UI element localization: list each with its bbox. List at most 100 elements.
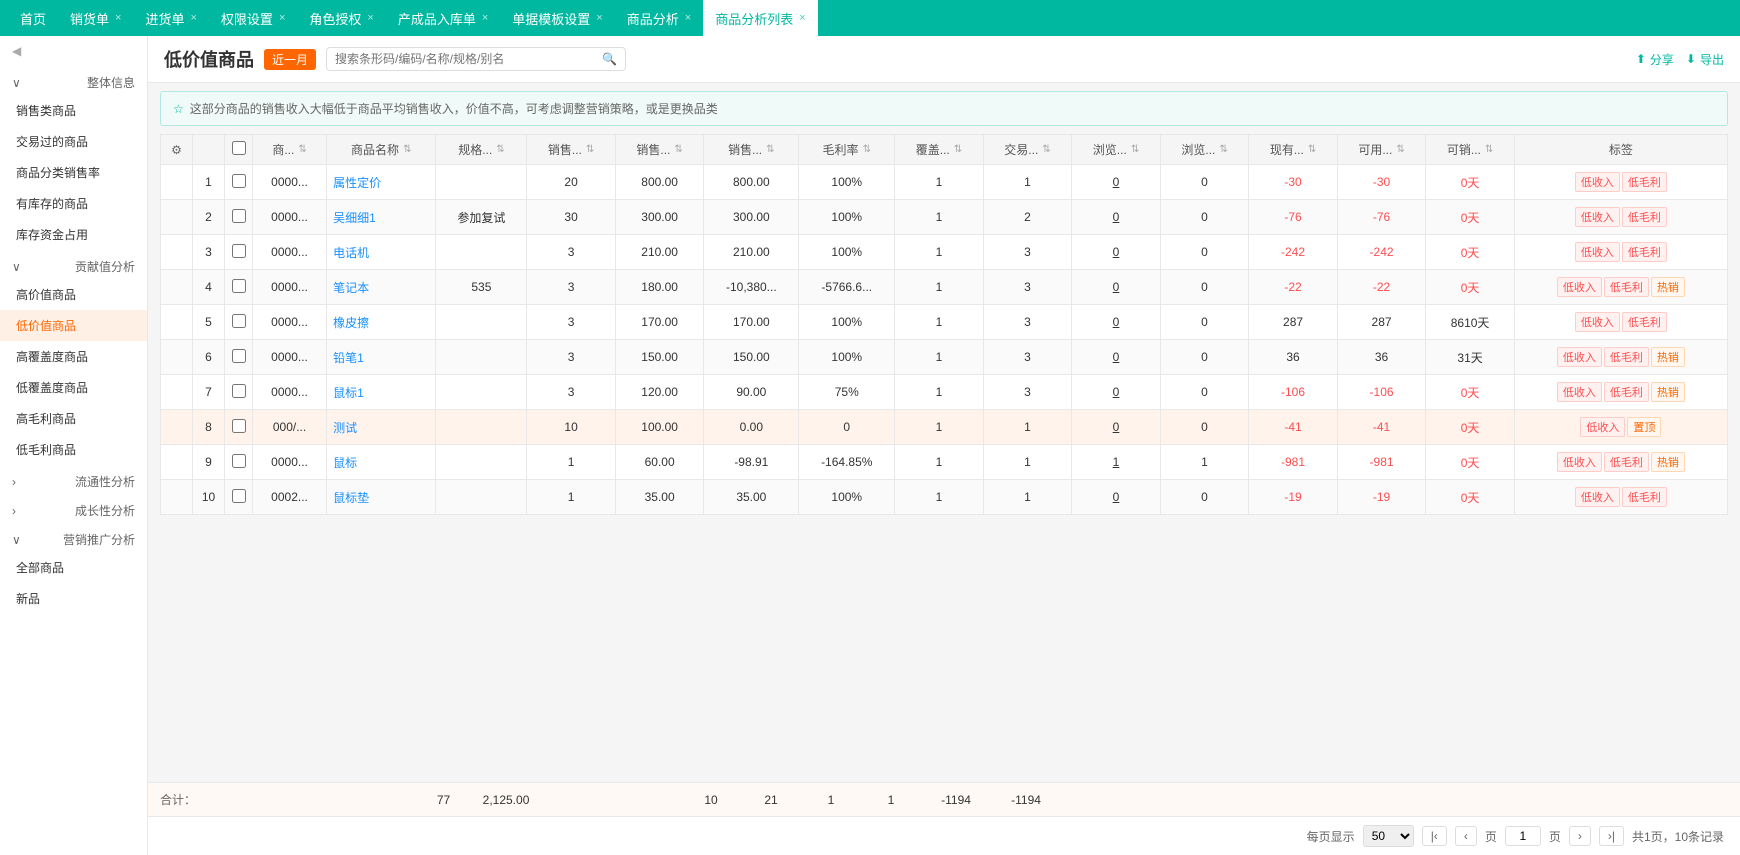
sidebar-group-成长性分析[interactable]: ›成长性分析 [0,494,147,523]
per-page-select[interactable]: 50 100 [1363,825,1414,847]
close-icon[interactable]: × [190,12,196,24]
sidebar-item-低覆盖度商品[interactable]: 低覆盖度商品 [0,372,147,403]
cell-name[interactable]: 鼠标1 [327,375,436,410]
row-checkbox[interactable] [232,314,246,328]
views1-link[interactable]: 0 [1113,385,1120,399]
th-sales-qty[interactable]: 销售...⇅ [527,135,616,165]
sidebar-item-低毛利商品[interactable]: 低毛利商品 [0,434,147,465]
close-icon[interactable]: × [115,12,121,24]
close-icon[interactable]: × [367,12,373,24]
row-checkbox[interactable] [232,244,246,258]
filter-tag[interactable]: 近一月 [264,49,316,70]
th-name[interactable]: 商品名称⇅ [327,135,436,165]
close-icon[interactable]: × [799,12,805,24]
page-input[interactable] [1505,826,1541,846]
row-checkbox[interactable] [232,384,246,398]
th-current-stock[interactable]: 现有...⇅ [1249,135,1338,165]
nav-item-商品分析[interactable]: 商品分析× [615,0,703,36]
cell-views1[interactable]: 1 [1072,445,1161,480]
close-icon[interactable]: × [685,12,691,24]
th-spec[interactable]: 规格...⇅ [436,135,527,165]
cell-name[interactable]: 电话机 [327,235,436,270]
cell-name[interactable]: 吴细细1 [327,200,436,235]
row-checkbox[interactable] [232,174,246,188]
views1-link[interactable]: 0 [1113,210,1120,224]
last-page-button[interactable]: ›| [1599,826,1624,846]
cell-views1[interactable]: 0 [1072,480,1161,515]
sidebar-group-整体信息[interactable]: ∨整体信息 [0,66,147,95]
th-settings[interactable]: ⚙ [161,135,193,165]
th-sales-amount[interactable]: 销售...⇅ [615,135,704,165]
export-button[interactable]: ⬇ 导出 [1686,51,1724,68]
select-all-checkbox[interactable] [232,141,246,155]
nav-item-权限设置[interactable]: 权限设置× [209,0,297,36]
th-transactions[interactable]: 交易...⇅ [983,135,1072,165]
close-icon[interactable]: × [482,12,488,24]
close-icon[interactable]: × [596,12,602,24]
nav-item-进货单[interactable]: 进货单× [133,0,208,36]
sidebar-group-营销推广分析[interactable]: ∨营销推广分析 [0,523,147,552]
views1-link[interactable]: 0 [1113,315,1120,329]
settings-icon[interactable]: ⚙ [171,143,182,157]
sidebar-item-低价值商品[interactable]: 低价值商品 [0,310,147,341]
next-page-button[interactable]: › [1569,826,1591,846]
prev-page-button[interactable]: ‹ [1455,826,1477,846]
cell-name[interactable]: 铅笔1 [327,340,436,375]
sidebar-item-全部商品[interactable]: 全部商品 [0,552,147,583]
th-sales-avg[interactable]: 销售...⇅ [704,135,799,165]
sidebar-item-商品分类销售率[interactable]: 商品分类销售率 [0,157,147,188]
cell-name[interactable]: 橡皮擦 [327,305,436,340]
views1-link[interactable]: 0 [1113,245,1120,259]
th-code[interactable]: 商...⇅ [253,135,327,165]
nav-item-商品分析列表[interactable]: 商品分析列表× [703,0,817,36]
views1-link[interactable]: 0 [1113,420,1120,434]
sidebar-item-新品[interactable]: 新品 [0,583,147,614]
sidebar-group-流通性分析[interactable]: ›流通性分析 [0,465,147,494]
share-button[interactable]: ⬆ 分享 [1636,51,1674,68]
sidebar-item-有库存的商品[interactable]: 有库存的商品 [0,188,147,219]
views1-link[interactable]: 0 [1113,350,1120,364]
nav-item-单据模板设置[interactable]: 单据模板设置× [500,0,614,36]
nav-item-角色授权[interactable]: 角色授权× [297,0,385,36]
sidebar-item-高毛利商品[interactable]: 高毛利商品 [0,403,147,434]
row-checkbox[interactable] [232,489,246,503]
cell-views1[interactable]: 0 [1072,375,1161,410]
views1-link[interactable]: 1 [1113,455,1120,469]
row-checkbox[interactable] [232,349,246,363]
search-input[interactable] [335,52,598,66]
search-icon[interactable]: 🔍 [602,52,617,66]
cell-name[interactable]: 笔记本 [327,270,436,305]
row-checkbox[interactable] [232,279,246,293]
th-available-stock[interactable]: 可用...⇅ [1337,135,1426,165]
cell-views1[interactable]: 0 [1072,305,1161,340]
cell-name[interactable]: 属性定价 [327,165,436,200]
cell-views1[interactable]: 0 [1072,200,1161,235]
nav-item-首页[interactable]: 首页 [8,0,58,36]
sidebar-item-高价值商品[interactable]: 高价值商品 [0,279,147,310]
views1-link[interactable]: 0 [1113,280,1120,294]
close-icon[interactable]: × [279,12,285,24]
nav-item-销货单[interactable]: 销货单× [58,0,133,36]
sidebar-item-交易过的商品[interactable]: 交易过的商品 [0,126,147,157]
cell-views1[interactable]: 0 [1072,410,1161,445]
th-views2[interactable]: 浏览...⇅ [1160,135,1249,165]
th-sellable-stock[interactable]: 可销...⇅ [1426,135,1515,165]
cell-views1[interactable]: 0 [1072,165,1161,200]
sidebar-group-贡献值分析[interactable]: ∨贡献值分析 [0,250,147,279]
cell-views1[interactable]: 0 [1072,340,1161,375]
cell-views1[interactable]: 0 [1072,235,1161,270]
row-checkbox[interactable] [232,209,246,223]
cell-name[interactable]: 鼠标 [327,445,436,480]
sidebar-item-销售类商品[interactable]: 销售类商品 [0,95,147,126]
row-checkbox[interactable] [232,454,246,468]
cell-views1[interactable]: 0 [1072,270,1161,305]
nav-item-产成品入库单[interactable]: 产成品入库单× [386,0,500,36]
views1-link[interactable]: 0 [1113,490,1120,504]
th-coverage[interactable]: 覆盖...⇅ [895,135,984,165]
sidebar-item-高覆盖度商品[interactable]: 高覆盖度商品 [0,341,147,372]
cell-name[interactable]: 测试 [327,410,436,445]
cell-name[interactable]: 鼠标垫 [327,480,436,515]
sidebar-toggle[interactable]: ◀ [0,36,147,66]
th-gross-rate[interactable]: 毛利率⇅ [799,135,895,165]
sidebar-item-库存资金占用[interactable]: 库存资金占用 [0,219,147,250]
